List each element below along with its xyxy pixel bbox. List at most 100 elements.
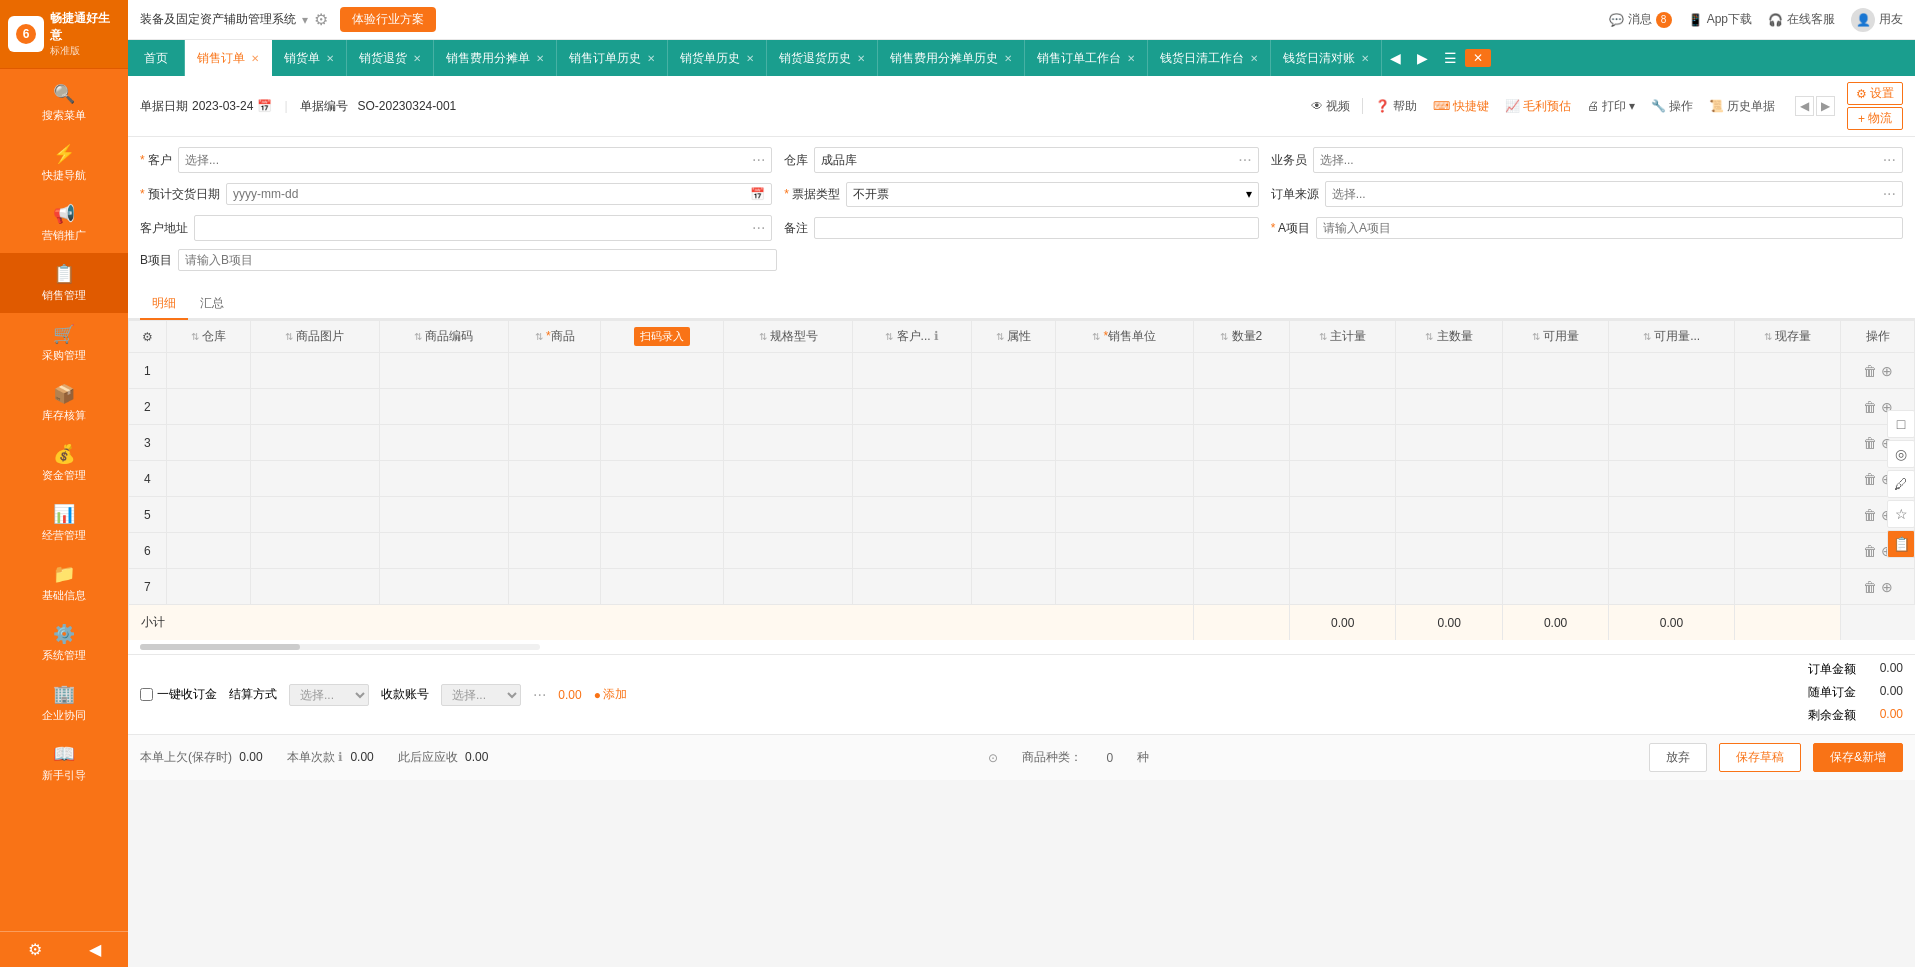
cell-sales-unit-6[interactable]: [1055, 533, 1193, 569]
sidebar-item-search[interactable]: 🔍 搜索菜单: [0, 73, 128, 133]
cell-available-2[interactable]: [1502, 389, 1608, 425]
salesperson-dots[interactable]: ···: [1883, 151, 1896, 169]
cell-sales-unit-3[interactable]: [1055, 425, 1193, 461]
col-image[interactable]: ⇅ 商品图片: [250, 321, 379, 353]
cell-warehouse-6[interactable]: [166, 533, 250, 569]
cell-available-7[interactable]: [1502, 569, 1608, 605]
col-stock[interactable]: ⇅ 现存量: [1734, 321, 1840, 353]
save-draft-button[interactable]: 保存草稿: [1719, 743, 1801, 772]
cell-image-4[interactable]: [250, 461, 379, 497]
col-main-unit[interactable]: ⇅ 主计量: [1289, 321, 1395, 353]
cell-sku-code-6[interactable]: [379, 533, 508, 569]
tab-refund-history[interactable]: 销货退货历史 ✕: [767, 40, 878, 76]
cell-qty2-7[interactable]: [1193, 569, 1289, 605]
delete-icon-4[interactable]: 🗑: [1863, 471, 1877, 487]
tab-close-icon[interactable]: ✕: [1250, 53, 1258, 64]
expected-date-wrap[interactable]: 📅: [226, 183, 772, 205]
cell-sales-unit-4[interactable]: [1055, 461, 1193, 497]
cell-available2-1[interactable]: [1609, 353, 1734, 389]
tab-cashflow-daily[interactable]: 钱货日清工作台 ✕: [1148, 40, 1271, 76]
cell-product-6[interactable]: [508, 533, 601, 569]
prev-record-btn[interactable]: ◀: [1795, 96, 1814, 116]
customer-address-input[interactable]: [201, 221, 752, 235]
cell-sales-unit-7[interactable]: [1055, 569, 1193, 605]
operation-btn[interactable]: 🔧 操作: [1647, 96, 1697, 117]
right-tool-4[interactable]: ☆: [1887, 500, 1915, 528]
tab-close-all-btn[interactable]: ✕: [1465, 49, 1491, 67]
cell-available2-4[interactable]: [1609, 461, 1734, 497]
history-btn[interactable]: 📜 历史单据: [1705, 96, 1779, 117]
cell-main-unit-5[interactable]: [1289, 497, 1395, 533]
delete-icon-2[interactable]: 🗑: [1863, 399, 1877, 415]
tab-close-icon[interactable]: ✕: [1127, 53, 1135, 64]
online-service-item[interactable]: 🎧 在线客服: [1768, 11, 1835, 28]
cell-sku-code-5[interactable]: [379, 497, 508, 533]
note-wrap[interactable]: [814, 217, 1258, 239]
cell-sales-unit-5[interactable]: [1055, 497, 1193, 533]
tab-order-workbench[interactable]: 销售订单工作台 ✕: [1025, 40, 1148, 76]
cell-customer-code-3[interactable]: [853, 425, 971, 461]
cell-qty2-6[interactable]: [1193, 533, 1289, 569]
tab-close-icon[interactable]: ✕: [647, 53, 655, 64]
next-record-btn[interactable]: ▶: [1816, 96, 1835, 116]
col-spec[interactable]: ⇅ 规格型号: [724, 321, 853, 353]
cell-scan-7[interactable]: [601, 569, 724, 605]
add-button[interactable]: ● 添加: [594, 686, 627, 703]
cell-sku-code-2[interactable]: [379, 389, 508, 425]
help-btn[interactable]: ❓ 帮助: [1371, 96, 1421, 117]
cell-sales-unit-1[interactable]: [1055, 353, 1193, 389]
invoice-type-dropdown-icon[interactable]: ▾: [1246, 187, 1252, 201]
scrollbar-thumb[interactable]: [140, 644, 300, 650]
sidebar-item-purchase[interactable]: 🛒 采购管理: [0, 313, 128, 373]
scrollbar-area[interactable]: [128, 640, 1915, 654]
cell-image-7[interactable]: [250, 569, 379, 605]
customer-dots[interactable]: ···: [752, 151, 765, 169]
expected-date-input[interactable]: [233, 187, 750, 201]
right-tool-2[interactable]: ◎: [1887, 440, 1915, 468]
order-source-dots[interactable]: ···: [1883, 185, 1896, 203]
col-available[interactable]: ⇅ 可用量: [1502, 321, 1608, 353]
cell-main-unit-2[interactable]: [1289, 389, 1395, 425]
tab-home[interactable]: 首页: [128, 40, 185, 76]
cell-spec-2[interactable]: [724, 389, 853, 425]
cell-qty2-1[interactable]: [1193, 353, 1289, 389]
col-scan[interactable]: 扫码录入: [601, 321, 724, 353]
date-picker-icon[interactable]: 📅: [750, 187, 765, 201]
copy-icon-7[interactable]: ⊕: [1881, 579, 1893, 595]
delete-icon-6[interactable]: 🗑: [1863, 543, 1877, 559]
cell-warehouse-7[interactable]: [166, 569, 250, 605]
cell-spec-6[interactable]: [724, 533, 853, 569]
sidebar-item-enterprise[interactable]: 🏢 企业协同: [0, 673, 128, 733]
sidebar-item-system[interactable]: ⚙️ 系统管理: [0, 613, 128, 673]
b-project-input[interactable]: [185, 253, 770, 267]
cell-available2-2[interactable]: [1609, 389, 1734, 425]
solution-button[interactable]: 体验行业方案: [340, 7, 436, 32]
app-download-item[interactable]: 📱 App下载: [1688, 11, 1752, 28]
cell-main-unit-4[interactable]: [1289, 461, 1395, 497]
cell-stock-7[interactable]: [1734, 569, 1840, 605]
col-settings[interactable]: ⚙: [129, 321, 167, 353]
print-btn[interactable]: 🖨 打印 ▾: [1583, 96, 1639, 117]
cell-available-6[interactable]: [1502, 533, 1608, 569]
cell-image-2[interactable]: [250, 389, 379, 425]
tab-prev-btn[interactable]: ◀: [1382, 50, 1409, 66]
shortcut-btn[interactable]: ⌨ 快捷键: [1429, 96, 1493, 117]
cell-scan-3[interactable]: [601, 425, 724, 461]
cell-sku-code-4[interactable]: [379, 461, 508, 497]
settle-method-select[interactable]: 选择...: [289, 684, 369, 706]
cell-customer-code-6[interactable]: [853, 533, 971, 569]
cell-main-unit-3[interactable]: [1289, 425, 1395, 461]
cell-customer-code-7[interactable]: [853, 569, 971, 605]
cell-main-qty-5[interactable]: [1396, 497, 1502, 533]
cell-warehouse-5[interactable]: [166, 497, 250, 533]
tab-cashflow-reconcile[interactable]: 钱货日清对账 ✕: [1271, 40, 1382, 76]
cell-available2-7[interactable]: [1609, 569, 1734, 605]
cell-attr-5[interactable]: [971, 497, 1055, 533]
cell-customer-code-1[interactable]: [853, 353, 971, 389]
cell-main-qty-1[interactable]: [1396, 353, 1502, 389]
cell-stock-1[interactable]: [1734, 353, 1840, 389]
tab-close-icon[interactable]: ✕: [746, 53, 754, 64]
b-project-wrap[interactable]: [178, 249, 777, 271]
col-available2[interactable]: ⇅ 可用量...: [1609, 321, 1734, 353]
tab-sales-return[interactable]: 销货单 ✕: [272, 40, 347, 76]
